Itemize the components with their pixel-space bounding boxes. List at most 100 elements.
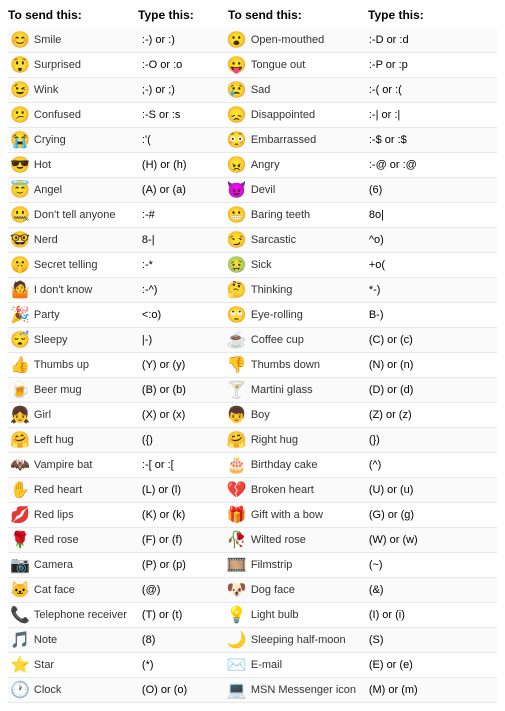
emoji-left-2: 😉: [8, 78, 32, 103]
code-left-24: (8): [140, 628, 225, 653]
name-right-21: Filmstrip: [249, 553, 367, 578]
table-row: 🕐 Clock (O) or (o) 💻 MSN Messenger icon …: [8, 678, 497, 703]
name-left-8: Nerd: [32, 228, 140, 253]
name-right-11: Eye-rolling: [249, 303, 367, 328]
code-left-17: :-[ or :[: [140, 453, 225, 478]
code-right-0: :-D or :d: [367, 28, 497, 53]
emoji-right-5: 😠: [225, 153, 249, 178]
table-row: 🤐 Don't tell anyone :-# 😬 Baring teeth 8…: [8, 203, 497, 228]
name-right-12: Coffee cup: [249, 328, 367, 353]
name-left-4: Crying: [32, 128, 140, 153]
code-right-1: :-P or :p: [367, 53, 497, 78]
code-left-8: 8-|: [140, 228, 225, 253]
code-right-13: (N) or (n): [367, 353, 497, 378]
code-left-4: :'(: [140, 128, 225, 153]
code-left-22: (@): [140, 578, 225, 603]
name-left-3: Confused: [32, 103, 140, 128]
table-row: 😇 Angel (A) or (a) 😈 Devil (6): [8, 178, 497, 203]
table-row: 📷 Camera (P) or (p) 🎞️ Filmstrip (~): [8, 553, 497, 578]
emoji-right-1: 😛: [225, 53, 249, 78]
emoji-left-5: 😎: [8, 153, 32, 178]
code-right-5: :-@ or :@: [367, 153, 497, 178]
emoji-left-23: 📞: [8, 603, 32, 628]
emoji-left-11: 🎉: [8, 303, 32, 328]
emoji-right-14: 🍸: [225, 378, 249, 403]
name-left-6: Angel: [32, 178, 140, 203]
name-right-26: MSN Messenger icon: [249, 678, 367, 703]
name-left-11: Party: [32, 303, 140, 328]
name-left-20: Red rose: [32, 528, 140, 553]
emoji-right-16: 🤗: [225, 428, 249, 453]
code-left-6: (A) or (a): [140, 178, 225, 203]
name-right-6: Devil: [249, 178, 367, 203]
emoji-right-26: 💻: [225, 678, 249, 703]
code-right-3: :-| or :|: [367, 103, 497, 128]
table-row: 😕 Confused :-S or :s 😞 Disappointed :-| …: [8, 103, 497, 128]
emoji-left-6: 😇: [8, 178, 32, 203]
code-right-8: ^o): [367, 228, 497, 253]
table-row: 🍺 Beer mug (B) or (b) 🍸 Martini glass (D…: [8, 378, 497, 403]
emoji-right-9: 🤢: [225, 253, 249, 278]
name-right-0: Open-mouthed: [249, 28, 367, 53]
name-right-7: Baring teeth: [249, 203, 367, 228]
emoji-right-2: 😢: [225, 78, 249, 103]
name-right-23: Light bulb: [249, 603, 367, 628]
code-left-19: (K) or (k): [140, 503, 225, 528]
code-left-16: ({): [140, 428, 225, 453]
emoji-left-0: 😊: [8, 28, 32, 53]
emoji-left-16: 🤗: [8, 428, 32, 453]
emoji-right-13: 👎: [225, 353, 249, 378]
name-left-26: Clock: [32, 678, 140, 703]
table-row: 📞 Telephone receiver (T) or (t) 💡 Light …: [8, 603, 497, 628]
emoji-right-17: 🎂: [225, 453, 249, 478]
code-left-14: (B) or (b): [140, 378, 225, 403]
emoji-left-19: 💋: [8, 503, 32, 528]
header-type2: Type this:: [368, 8, 468, 22]
name-left-15: Girl: [32, 403, 140, 428]
code-right-17: (^): [367, 453, 497, 478]
name-left-22: Cat face: [32, 578, 140, 603]
code-left-3: :-S or :s: [140, 103, 225, 128]
table-row: 😎 Hot (H) or (h) 😠 Angry :-@ or :@: [8, 153, 497, 178]
code-left-10: :-^): [140, 278, 225, 303]
emoji-left-7: 🤐: [8, 203, 32, 228]
name-left-14: Beer mug: [32, 378, 140, 403]
table-row: 😴 Sleepy |-) ☕ Coffee cup (C) or (c): [8, 328, 497, 353]
table-row: 🎉 Party <:o) 🙄 Eye-rolling B-): [8, 303, 497, 328]
code-right-16: (}): [367, 428, 497, 453]
emoji-left-21: 📷: [8, 553, 32, 578]
emoji-left-1: 😲: [8, 53, 32, 78]
code-left-18: (L) or (l): [140, 478, 225, 503]
name-right-22: Dog face: [249, 578, 367, 603]
table-row: 🤗 Left hug ({) 🤗 Right hug (}): [8, 428, 497, 453]
name-left-17: Vampire bat: [32, 453, 140, 478]
name-left-0: Smile: [32, 28, 140, 53]
name-left-2: Wink: [32, 78, 140, 103]
emoji-left-10: 🤷: [8, 278, 32, 303]
name-left-7: Don't tell anyone: [32, 203, 140, 228]
emoji-right-20: 🥀: [225, 528, 249, 553]
name-right-9: Sick: [249, 253, 367, 278]
name-left-24: Note: [32, 628, 140, 653]
table-row: 👍 Thumbs up (Y) or (y) 👎 Thumbs down (N)…: [8, 353, 497, 378]
name-right-25: E-mail: [249, 653, 367, 678]
name-left-21: Camera: [32, 553, 140, 578]
emoji-left-14: 🍺: [8, 378, 32, 403]
name-left-18: Red heart: [32, 478, 140, 503]
emoji-right-25: ✉️: [225, 653, 249, 678]
emoji-right-4: 😳: [225, 128, 249, 153]
table-row: 😊 Smile :-) or :) 😮 Open-mouthed :-D or …: [8, 28, 497, 53]
emoji-left-26: 🕐: [8, 678, 32, 703]
name-left-5: Hot: [32, 153, 140, 178]
emoji-right-7: 😬: [225, 203, 249, 228]
code-left-11: <:o): [140, 303, 225, 328]
code-right-12: (C) or (c): [367, 328, 497, 353]
code-right-20: (W) or (w): [367, 528, 497, 553]
code-left-21: (P) or (p): [140, 553, 225, 578]
code-right-7: 8o|: [367, 203, 497, 228]
name-right-13: Thumbs down: [249, 353, 367, 378]
code-right-25: (E) or (e): [367, 653, 497, 678]
code-right-22: (&): [367, 578, 497, 603]
code-left-2: ;-) or ;): [140, 78, 225, 103]
emoji-left-18: ✋: [8, 478, 32, 503]
